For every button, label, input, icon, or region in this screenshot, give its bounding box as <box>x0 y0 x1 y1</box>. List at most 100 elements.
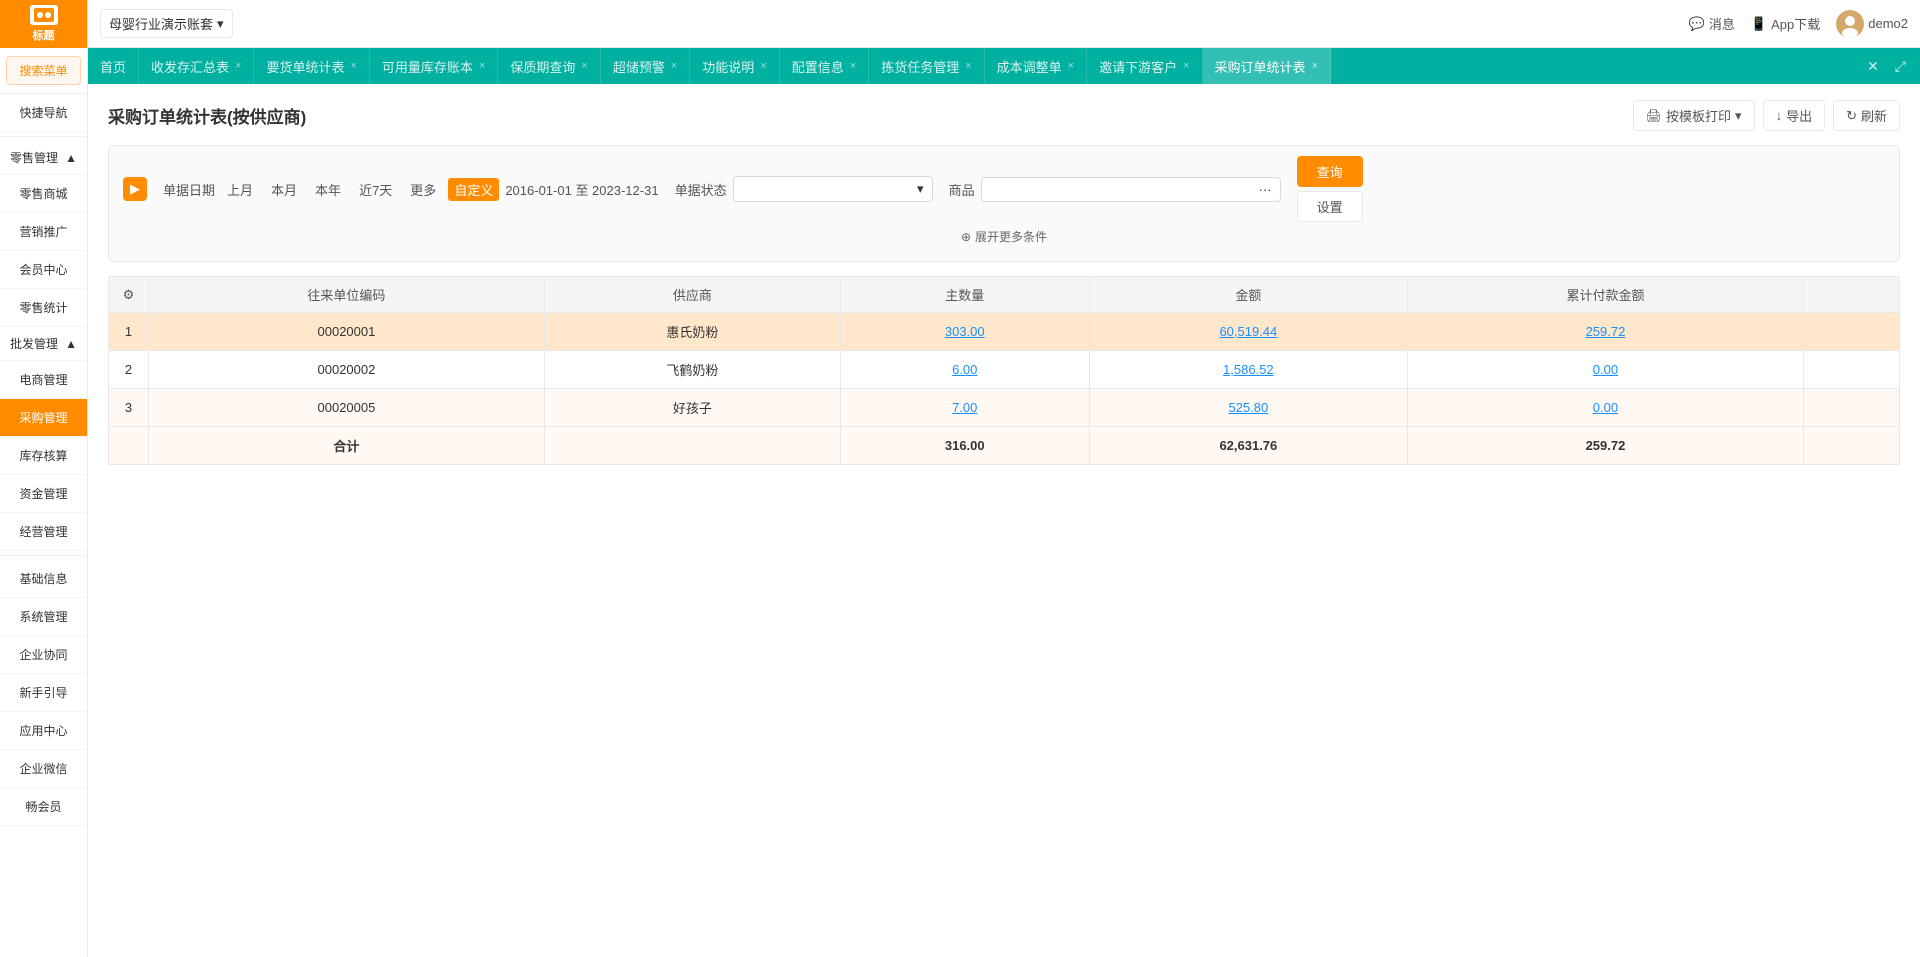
cell-amount[interactable]: 60,519.44 <box>1089 313 1407 351</box>
tab-invite-downstream[interactable]: 邀请下游客户 × <box>1087 48 1202 84</box>
sidebar-item-enterprise-coop[interactable]: 企业协同 <box>0 636 87 674</box>
cell-supplier: 飞鹤奶粉 <box>544 351 840 389</box>
cell-qty[interactable]: 7.00 <box>840 389 1089 427</box>
basic-info-label: 基础信息 <box>19 570 67 587</box>
cell-row-num: 2 <box>109 351 149 389</box>
app-logo: 标题 <box>0 0 87 48</box>
cell-amount[interactable]: 525.80 <box>1089 389 1407 427</box>
sidebar-item-retail-stats[interactable]: 零售统计 <box>0 289 87 327</box>
export-button[interactable]: ↓ 导出 <box>1763 100 1826 131</box>
shortcut-this-month[interactable]: 本月 <box>265 178 303 201</box>
cell-paid[interactable]: 0.00 <box>1408 351 1804 389</box>
shortcut-this-year[interactable]: 本年 <box>309 178 347 201</box>
sidebar-item-enterprise-wechat[interactable]: 企业微信 <box>0 750 87 788</box>
tab-task-manage-close[interactable]: × <box>965 60 971 72</box>
tab-cost-adjust[interactable]: 成本调整单 × <box>985 48 1087 84</box>
cell-amount[interactable]: 1,586.52 <box>1089 351 1407 389</box>
sidebar-item-operation-mgmt[interactable]: 经营管理 <box>0 513 87 551</box>
wholesale-mgmt-label: 批发管理 <box>10 335 58 352</box>
sidebar-item-purchase-mgmt[interactable]: 采购管理 <box>0 399 87 437</box>
sidebar-item-capital-mgmt[interactable]: 资金管理 <box>0 475 87 513</box>
export-icon: ↓ <box>1776 108 1783 123</box>
cell-paid[interactable]: 259.72 <box>1408 313 1804 351</box>
footer-empty-1 <box>109 427 149 465</box>
tab-overstock-warning-close[interactable]: × <box>671 60 677 72</box>
cell-paid[interactable]: 0.00 <box>1408 389 1804 427</box>
tab-task-manage[interactable]: 拣货任务管理 × <box>869 48 984 84</box>
table-settings-icon[interactable]: ⚙ <box>109 277 149 313</box>
tab-purchase-stats-label: 采购订单统计表 <box>1215 57 1306 76</box>
page-content: 采购订单统计表(按供应商) 🖨 按模板打印 ▾ ↓ 导出 ↻ 刷新 <box>88 84 1920 957</box>
member-center-label: 会员中心 <box>19 261 67 278</box>
tab-overstock-warning[interactable]: 超储预警 × <box>601 48 690 84</box>
sidebar-item-wholesale-mgmt[interactable]: 批发管理 ▲ <box>0 327 87 361</box>
tab-config-info[interactable]: 配置信息 × <box>780 48 869 84</box>
tab-invite-downstream-close[interactable]: × <box>1183 60 1189 72</box>
table-row[interactable]: 200020002飞鹤奶粉6.001,586.520.00 <box>109 351 1900 389</box>
tab-home[interactable]: 首页 <box>88 48 139 84</box>
sidebar-item-ecommerce-mgmt[interactable]: 电商管理 <box>0 361 87 399</box>
shortcut-more[interactable]: 更多 <box>404 178 442 201</box>
tab-receive-summary-close[interactable]: × <box>235 60 241 72</box>
sidebar-item-member[interactable]: 畅会员 <box>0 788 87 826</box>
footer-qty: 316.00 <box>840 427 1089 465</box>
system-mgmt-label: 系统管理 <box>19 608 67 625</box>
footer-label: 合计 <box>149 427 545 465</box>
sidebar-item-member-center[interactable]: 会员中心 <box>0 251 87 289</box>
print-arrow-icon: ▾ <box>1735 108 1742 124</box>
tab-function-desc[interactable]: 功能说明 × <box>690 48 779 84</box>
tab-close-all-button[interactable]: ✕ <box>1861 56 1885 77</box>
cell-qty[interactable]: 6.00 <box>840 351 1089 389</box>
tab-maximize-button[interactable]: ⤢ <box>1889 56 1912 77</box>
member-label: 畅会员 <box>25 798 61 815</box>
cell-code: 00020005 <box>149 389 545 427</box>
search-menu-button[interactable]: 搜索菜单 <box>6 56 81 85</box>
status-select[interactable]: ▾ <box>733 176 933 202</box>
tab-receive-summary[interactable]: 收发存汇总表 × <box>139 48 254 84</box>
date-filter-label: 单据日期 <box>163 180 215 199</box>
table-row[interactable]: 300020005好孩子7.00525.800.00 <box>109 389 1900 427</box>
sidebar-item-retail-mgmt[interactable]: 零售管理 ▲ <box>0 141 87 175</box>
filter-toggle-button[interactable]: ▶ <box>123 177 147 201</box>
tab-warranty-query-close[interactable]: × <box>581 60 587 72</box>
tab-goods-stats-close[interactable]: × <box>350 60 356 72</box>
tab-purchase-stats[interactable]: 采购订单统计表 × <box>1203 48 1331 84</box>
goods-select[interactable]: ··· <box>981 177 1281 202</box>
sidebar-item-basic-info[interactable]: 基础信息 <box>0 560 87 598</box>
sidebar-item-quick-nav[interactable]: 快捷导航 <box>0 94 87 132</box>
cell-qty[interactable]: 303.00 <box>840 313 1089 351</box>
sidebar-item-retail-mall[interactable]: 零售商城 <box>0 175 87 213</box>
tab-inventory-account-close[interactable]: × <box>479 60 485 72</box>
refresh-button[interactable]: ↻ 刷新 <box>1833 100 1900 131</box>
tab-function-desc-close[interactable]: × <box>760 60 766 72</box>
tab-purchase-stats-close[interactable]: × <box>1312 60 1318 72</box>
sidebar-item-system-mgmt[interactable]: 系统管理 <box>0 598 87 636</box>
query-button[interactable]: 查询 <box>1297 156 1363 187</box>
tab-warranty-query[interactable]: 保质期查询 × <box>498 48 600 84</box>
settings-button[interactable]: 设置 <box>1297 191 1363 222</box>
print-label: 按模板打印 <box>1666 106 1731 125</box>
user-profile-action[interactable]: demo2 <box>1836 10 1908 38</box>
logo-icon <box>30 5 58 25</box>
sidebar-item-inventory-check[interactable]: 库存核算 <box>0 437 87 475</box>
message-action[interactable]: 💬 消息 <box>1689 14 1735 33</box>
shortcut-7days[interactable]: 近7天 <box>353 178 398 201</box>
tab-inventory-account[interactable]: 可用量库存账本 × <box>370 48 498 84</box>
cell-extra <box>1803 389 1899 427</box>
table-row[interactable]: 100020001惠氏奶粉303.0060,519.44259.72 <box>109 313 1900 351</box>
shortcut-last-month[interactable]: 上月 <box>221 178 259 201</box>
workspace-selector[interactable]: 母婴行业演示账套 ▾ <box>100 9 233 38</box>
tab-function-desc-label: 功能说明 <box>702 57 754 76</box>
sidebar-item-marketing[interactable]: 营销推广 <box>0 213 87 251</box>
expand-more-button[interactable]: ⊕ 展开更多条件 <box>123 222 1885 251</box>
sidebar-item-new-guide[interactable]: 新手引导 <box>0 674 87 712</box>
footer-empty-2 <box>544 427 840 465</box>
app-download-action[interactable]: 📱 App下载 <box>1751 14 1820 33</box>
print-button[interactable]: 🖨 按模板打印 ▾ <box>1633 100 1755 131</box>
date-shortcuts: 上月 本月 本年 近7天 更多 自定义 <box>221 178 499 201</box>
sidebar-item-app-center[interactable]: 应用中心 <box>0 712 87 750</box>
tab-config-info-close[interactable]: × <box>850 60 856 72</box>
tab-cost-adjust-close[interactable]: × <box>1068 60 1074 72</box>
tab-goods-stats[interactable]: 要货单统计表 × <box>254 48 369 84</box>
shortcut-custom-tag[interactable]: 自定义 <box>448 178 499 201</box>
